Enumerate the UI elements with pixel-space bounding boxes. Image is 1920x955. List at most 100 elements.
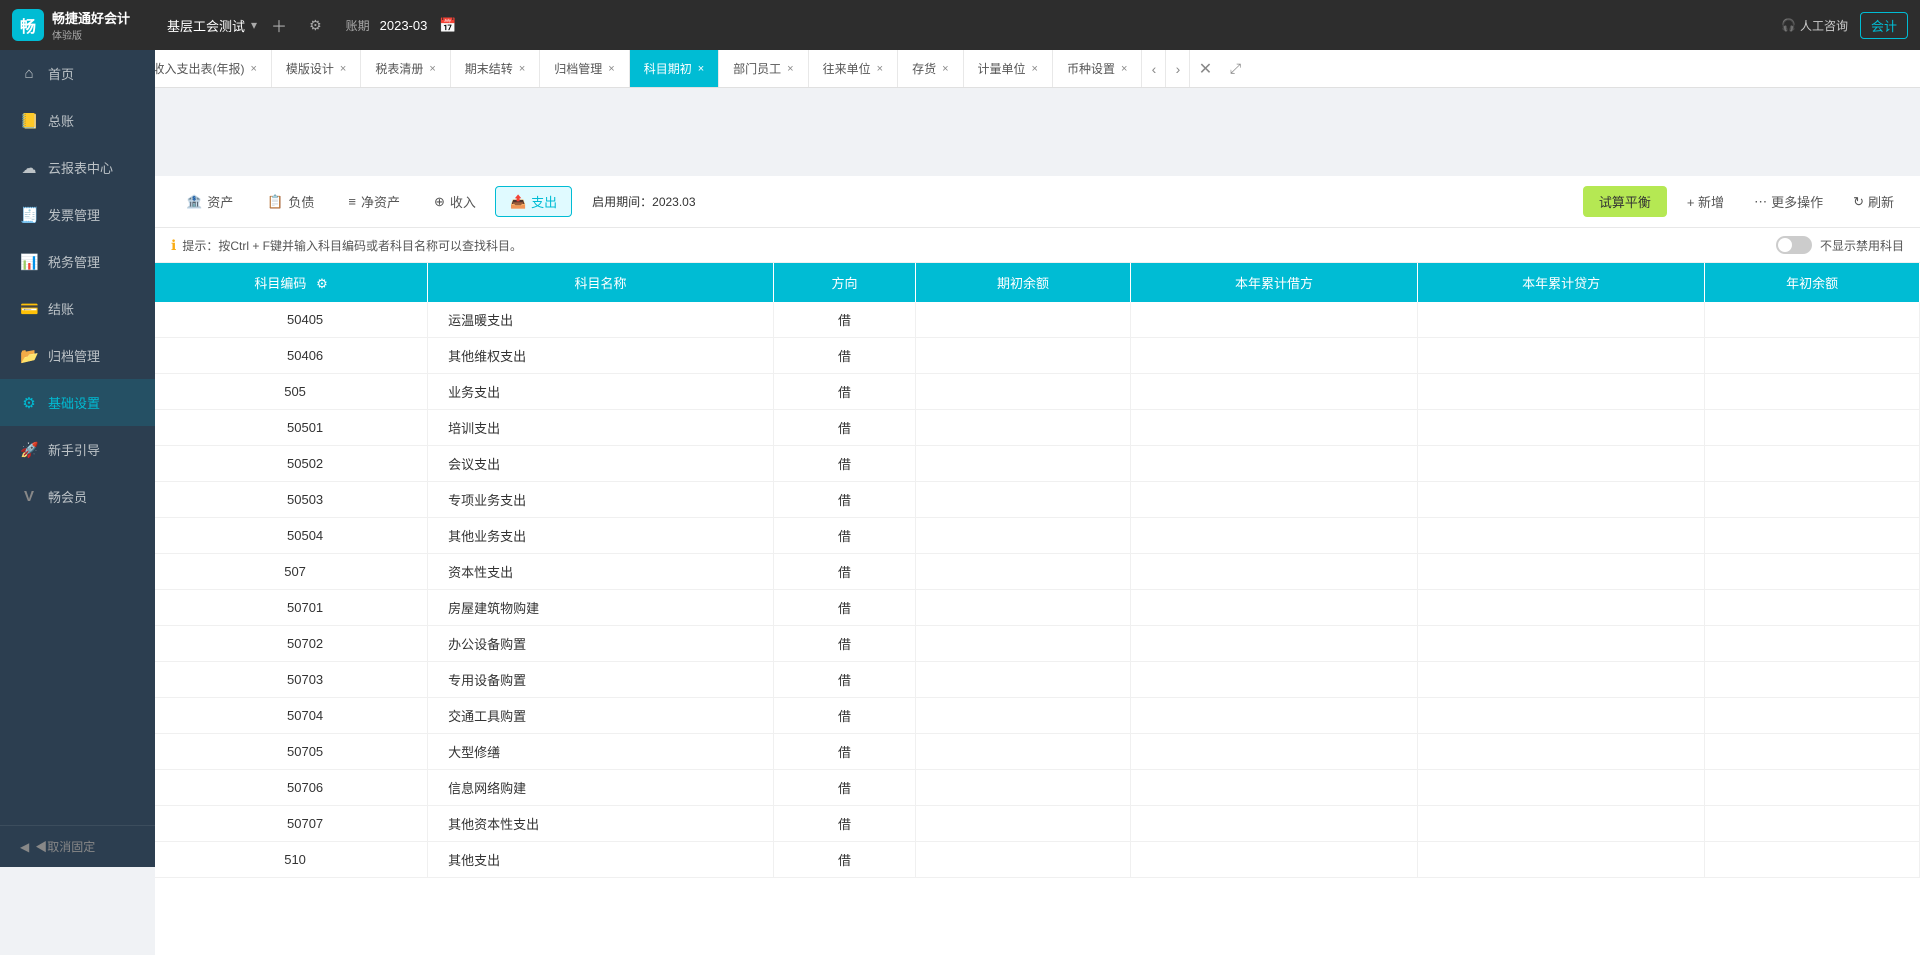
col-code-label: 科目编码 (254, 276, 306, 291)
filter-tab-expense[interactable]: 📤 支出 (495, 186, 572, 217)
col-code: 科目编码 ⚙ (155, 263, 428, 302)
logo-text: 畅捷通好会计 体验版 (52, 8, 130, 42)
tab-close-icon[interactable]: × (608, 63, 614, 75)
sidebar-item-member[interactable]: V 畅会员 (0, 473, 155, 520)
tab-currency[interactable]: 币种设置 × (1053, 50, 1142, 88)
filter-tab-netasset[interactable]: ≡ 净资产 (333, 186, 415, 217)
cell-debit (1130, 842, 1417, 878)
tab-close-icon[interactable]: × (787, 63, 793, 75)
cell-credit (1418, 410, 1705, 446)
tab-close-icon[interactable]: × (942, 63, 948, 75)
add-company-button[interactable]: ＋ (271, 13, 287, 37)
tab-close-icon[interactable]: × (698, 63, 704, 75)
top-right: 🎧 人工咨询 会计 (1781, 12, 1908, 39)
table-row[interactable]: 50501 培训支出 借 (155, 410, 1920, 446)
income-icon: ⊕ (434, 194, 445, 210)
table-row[interactable]: 50707 其他资本性支出 借 (155, 806, 1920, 842)
sidebar-item-close[interactable]: 💳 结账 (0, 285, 155, 332)
refresh-button[interactable]: ↻ 刷新 (1843, 186, 1904, 217)
filter-tab-asset[interactable]: 🏦 资产 (171, 186, 248, 217)
tab-next-button[interactable]: › (1166, 50, 1190, 88)
filter-label: 资产 (207, 192, 233, 211)
table-row[interactable]: 50406 其他维权支出 借 (155, 338, 1920, 374)
tab-label: 部门员工 (733, 60, 781, 77)
cell-code: 50405 (155, 302, 428, 338)
col-code-settings-icon[interactable]: ⚙ (316, 276, 328, 291)
sidebar-item-tax[interactable]: 📊 税务管理 (0, 238, 155, 285)
cell-code: 510 (155, 842, 428, 878)
tab-close-icon[interactable]: × (519, 63, 525, 75)
cell-name: 其他资本性支出 (428, 806, 774, 842)
table-row[interactable]: 50705 大型修缮 借 (155, 734, 1920, 770)
cell-code: 505 (155, 374, 428, 410)
tab-archive[interactable]: 归档管理 × (540, 50, 629, 88)
tab-subject-init[interactable]: 科目期初 × (630, 50, 719, 88)
table-row[interactable]: 50503 专项业务支出 借 (155, 482, 1920, 518)
table-row[interactable]: 50504 其他业务支出 借 (155, 518, 1920, 554)
tab-close-all-button[interactable]: ✕ (1190, 50, 1220, 88)
filter-tab-liability[interactable]: 📋 负债 (252, 186, 329, 217)
tab-contact[interactable]: 往来单位 × (809, 50, 898, 88)
table-row[interactable]: 50703 专用设备购置 借 (155, 662, 1920, 698)
cell-credit (1418, 338, 1705, 374)
cell-balance (916, 626, 1131, 662)
sidebar-label: 畅会员 (48, 487, 87, 506)
calendar-icon[interactable]: 📅 (439, 17, 456, 34)
tab-dept[interactable]: 部门员工 × (719, 50, 808, 88)
table-row[interactable]: 50702 办公设备购置 借 (155, 626, 1920, 662)
table-row[interactable]: 50405 运温暖支出 借 (155, 302, 1920, 338)
tab-close-icon[interactable]: × (429, 63, 435, 75)
toggle-disabled-subjects[interactable] (1776, 236, 1812, 254)
sidebar-item-ledger[interactable]: 📒 总账 (0, 97, 155, 144)
tab-label: 存货 (912, 60, 936, 77)
cell-direction: 借 (773, 482, 915, 518)
table-row[interactable]: 505 业务支出 借 (155, 374, 1920, 410)
table-row[interactable]: 50704 交通工具购置 借 (155, 698, 1920, 734)
tab-close-icon[interactable]: × (250, 63, 256, 75)
sidebar-item-guide[interactable]: 🚀 新手引导 (0, 426, 155, 473)
cell-code: 50703 (155, 662, 428, 698)
settings-icon[interactable]: ⚙ (309, 17, 322, 34)
tab-expand-button[interactable]: ⤢ (1220, 50, 1250, 88)
cell-debit (1130, 338, 1417, 374)
cell-year-balance (1705, 338, 1920, 374)
sidebar-item-invoice[interactable]: 🧾 发票管理 (0, 191, 155, 238)
sidebar-item-home[interactable]: ⌂ 首页 (0, 50, 155, 97)
table-row[interactable]: 507 资本性支出 借 (155, 554, 1920, 590)
tab-prev-button[interactable]: ‹ (1142, 50, 1166, 88)
table-row[interactable]: 50701 房屋建筑物购建 借 (155, 590, 1920, 626)
more-actions-button[interactable]: ⋯ 更多操作 (1744, 186, 1833, 217)
sidebar-collapse-button[interactable]: ◀ ◀取消固定 (0, 825, 155, 867)
col-debit: 本年累计借方 (1130, 263, 1417, 302)
account-button[interactable]: 会计 (1860, 12, 1908, 39)
tab-close-icon[interactable]: × (877, 63, 883, 75)
more-icon: ⋯ (1754, 194, 1767, 210)
company-dropdown-icon[interactable]: ▾ (251, 18, 257, 32)
top-bar: 畅 畅捷通好会计 体验版 基层工会测试 ▾ ＋ ⚙ 账期 2023-03 📅 🎧… (0, 0, 1920, 50)
help-button[interactable]: 🎧 人工咨询 (1781, 17, 1848, 34)
calc-balance-button[interactable]: 试算平衡 (1583, 186, 1667, 217)
tab-tax[interactable]: 税表清册 × (361, 50, 450, 88)
sidebar-item-reports[interactable]: ☁ 云报表中心 (0, 144, 155, 191)
add-button[interactable]: + 新增 (1677, 186, 1734, 217)
tab-template[interactable]: 模版设计 × (272, 50, 361, 88)
period-value: 2023-03 (380, 18, 428, 33)
table-row[interactable]: 50502 会议支出 借 (155, 446, 1920, 482)
cell-debit (1130, 662, 1417, 698)
cell-year-balance (1705, 734, 1920, 770)
company-name[interactable]: 基层工会测试 (167, 16, 245, 35)
tab-close-icon[interactable]: × (1032, 63, 1038, 75)
tab-close-icon[interactable]: × (340, 63, 346, 75)
cell-balance (916, 410, 1131, 446)
table-row[interactable]: 50706 信息网络购建 借 (155, 770, 1920, 806)
tab-inventory[interactable]: 存货 × (898, 50, 963, 88)
tab-report-year[interactable]: 收入支出表(年报) × (138, 50, 271, 88)
period-display: 启用期间：2023.03 (592, 193, 695, 210)
tab-close-icon[interactable]: × (1121, 63, 1127, 75)
tab-unit[interactable]: 计量单位 × (964, 50, 1053, 88)
sidebar-item-settings[interactable]: ⚙ 基础设置 (0, 379, 155, 426)
tab-period-end[interactable]: 期末结转 × (451, 50, 540, 88)
filter-tab-income[interactable]: ⊕ 收入 (419, 186, 491, 217)
table-row[interactable]: 510 其他支出 借 (155, 842, 1920, 878)
sidebar-item-archive[interactable]: 📂 归档管理 (0, 332, 155, 379)
